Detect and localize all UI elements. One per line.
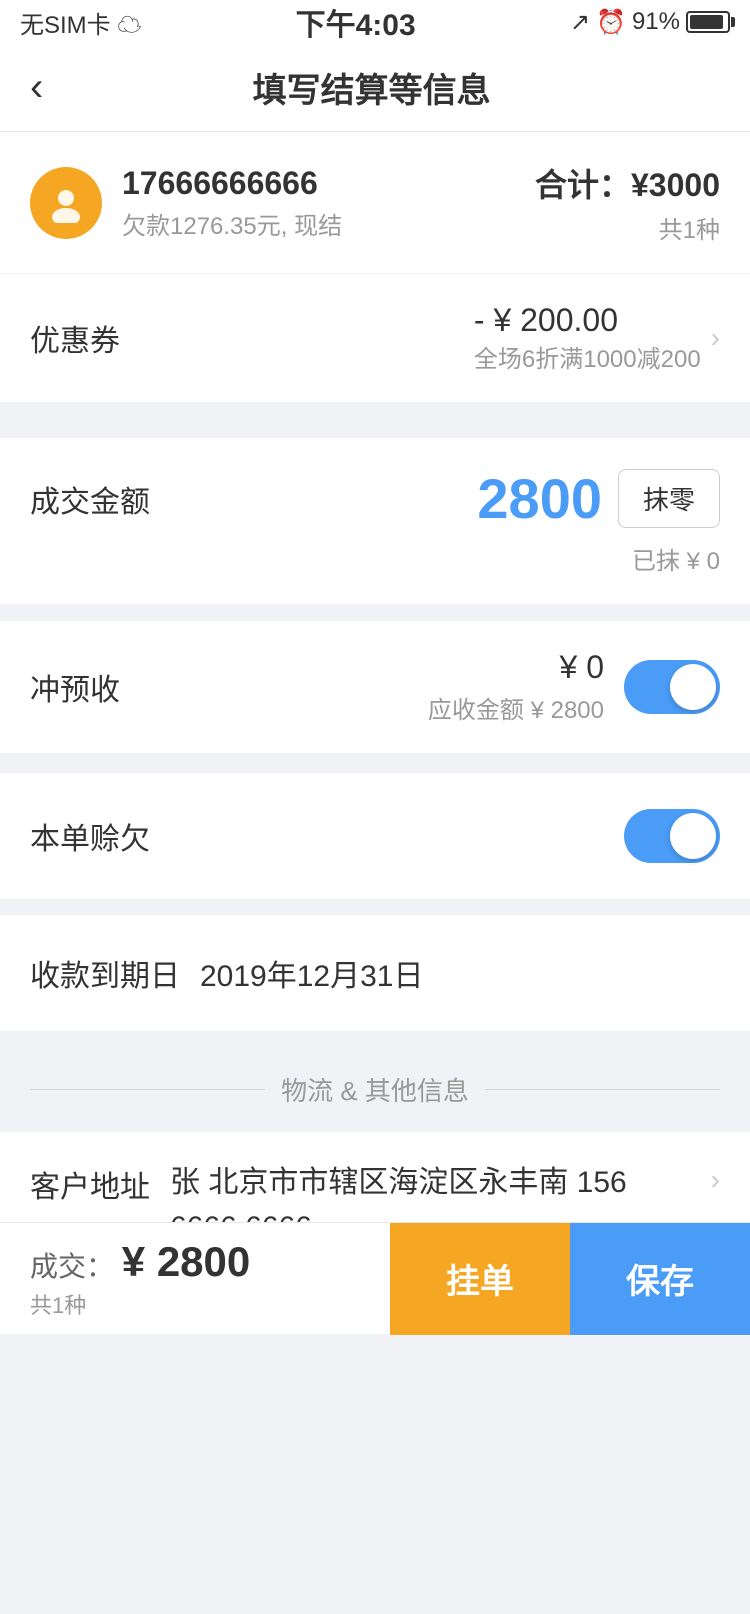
footer-label-row: 成交： ¥ 2800 — [30, 1238, 360, 1286]
prepay-sub: 应收金额 ¥ 2800 — [428, 690, 604, 725]
customer-row: 17666666666 欠款1276.35元, 现结 合计：¥3000 共1种 — [0, 132, 750, 273]
divider-line-right — [485, 1089, 720, 1090]
amount-row: 成交金额 2800 抹零 — [30, 466, 720, 531]
address-chevron-icon: › — [711, 1160, 720, 1196]
prepay-label: 冲预收 — [30, 665, 120, 709]
back-button[interactable]: ‹ — [30, 65, 43, 110]
content-area: 17666666666 欠款1276.35元, 现结 合计：¥3000 共1种 … — [0, 132, 750, 1614]
amount-sub: 已抹 ¥ 0 — [632, 548, 720, 575]
prepay-amount-block: ¥ 0 应收金额 ¥ 2800 — [428, 649, 604, 725]
prepay-right: ¥ 0 应收金额 ¥ 2800 — [428, 649, 720, 725]
divider-2 — [0, 753, 750, 773]
footer-label: 成交： — [30, 1251, 114, 1282]
coupon-right: - ¥ 200.00 全场6折满1000减200 › — [474, 302, 720, 374]
avatar — [30, 167, 102, 239]
customer-total: 合计：¥3000 共1种 — [535, 160, 720, 245]
coupon-info: - ¥ 200.00 全场6折满1000减200 — [474, 302, 701, 374]
footer: 成交： ¥ 2800 共1种 挂单 保存 — [0, 1222, 750, 1334]
customer-sub: 欠款1276.35元, 现结 — [122, 206, 342, 241]
customer-left: 17666666666 欠款1276.35元, 现结 — [30, 165, 342, 241]
customer-info: 17666666666 欠款1276.35元, 现结 — [122, 165, 342, 241]
hold-button[interactable]: 挂单 — [390, 1223, 570, 1335]
duedate-row: 收款到期日 2019年12月31日 — [0, 915, 750, 1031]
amount-label: 成交金额 — [30, 477, 150, 521]
status-time: 下午4:03 — [296, 0, 416, 44]
coupon-discount: - ¥ 200.00 — [474, 302, 701, 339]
amount-right: 2800 抹零 — [477, 466, 720, 531]
divider-line-left — [30, 1089, 265, 1090]
coupon-chevron-icon: › — [711, 322, 720, 354]
amount-section: 成交金额 2800 抹零 已抹 ¥ 0 — [0, 438, 750, 604]
credit-label: 本单赊欠 — [30, 814, 150, 858]
prepay-amount: ¥ 0 — [428, 649, 604, 686]
customer-phone: 17666666666 — [122, 165, 342, 202]
footer-info: 成交： ¥ 2800 共1种 — [0, 1238, 390, 1320]
battery-percent: 91% — [632, 8, 680, 36]
nav-bar: ‹ 填写结算等信息 — [0, 44, 750, 132]
total-count: 共1种 — [535, 210, 720, 245]
status-right: ↗ ⏰ 91% — [570, 8, 730, 37]
coupon-row[interactable]: 优惠券 - ¥ 200.00 全场6折满1000减200 › — [0, 273, 750, 402]
prepay-toggle[interactable] — [624, 660, 720, 714]
credit-row: 本单赊欠 — [0, 773, 750, 899]
logistics-divider: 物流 & 其他信息 — [0, 1047, 750, 1132]
page-title: 填写结算等信息 — [63, 63, 680, 112]
toggle-knob — [670, 664, 716, 710]
customer-section: 17666666666 欠款1276.35元, 现结 合计：¥3000 共1种 … — [0, 132, 750, 402]
alarm-icon: ⏰ — [596, 8, 626, 37]
divider-1 — [0, 418, 750, 438]
duedate-label: 收款到期日 — [30, 951, 180, 995]
status-bar: 无SIM卡 ☁ 下午4:03 ↗ ⏰ 91% — [0, 0, 750, 44]
round-button[interactable]: 抹零 — [618, 469, 720, 528]
total-amount: 合计：¥3000 — [535, 160, 720, 206]
duedate-value: 2019年12月31日 — [200, 951, 423, 995]
logistics-label: 物流 & 其他信息 — [281, 1071, 469, 1108]
address-label: 客户地址 — [30, 1160, 150, 1206]
prepay-row: 冲预收 ¥ 0 应收金额 ¥ 2800 — [0, 620, 750, 753]
battery-icon — [686, 11, 730, 33]
coupon-desc: 全场6折满1000减200 — [474, 339, 701, 374]
save-button[interactable]: 保存 — [570, 1223, 750, 1335]
amount-value: 2800 — [477, 466, 602, 531]
status-left: 无SIM卡 ☁ — [20, 5, 141, 40]
location-icon: ↗ — [570, 8, 590, 37]
credit-toggle[interactable] — [624, 809, 720, 863]
credit-toggle-knob — [670, 813, 716, 859]
sim-label: 无SIM卡 ☁ — [20, 5, 141, 40]
coupon-label: 优惠券 — [30, 316, 120, 360]
footer-amount: ¥ 2800 — [122, 1238, 250, 1285]
footer-count: 共1种 — [30, 1288, 360, 1320]
